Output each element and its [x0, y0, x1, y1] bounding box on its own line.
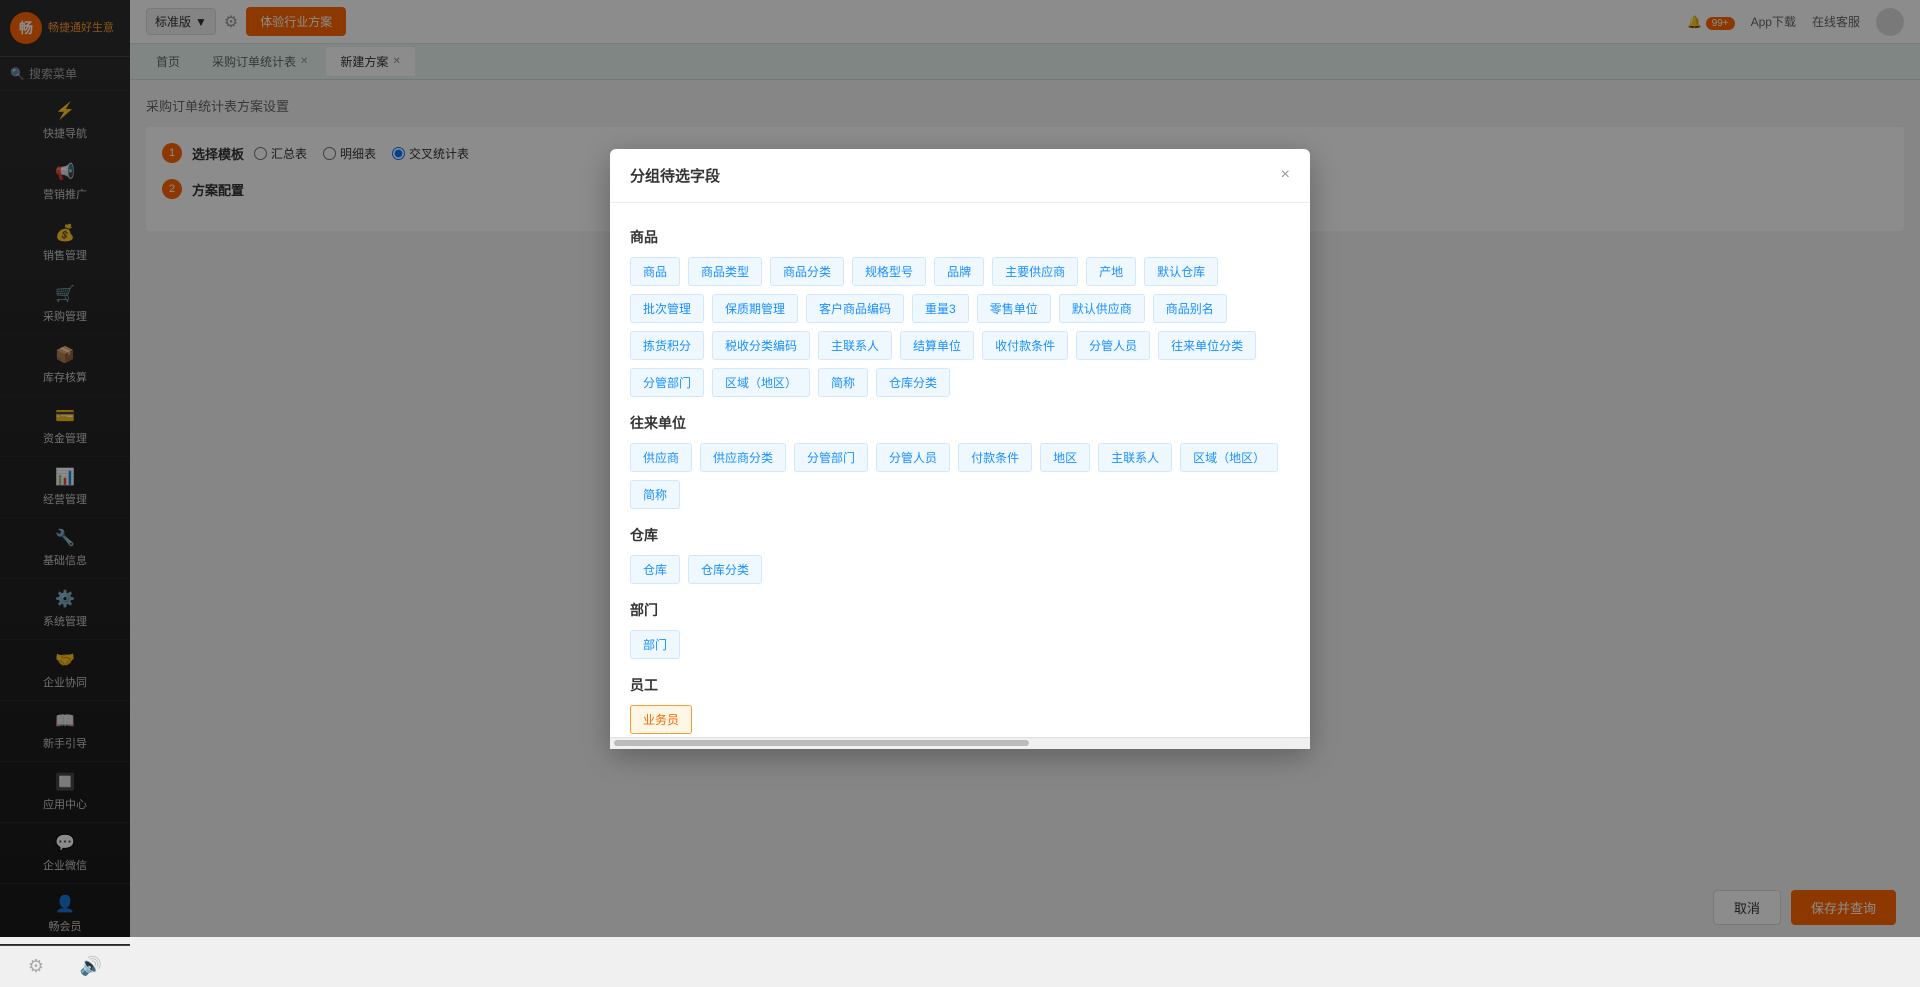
field-btn-付款条件[interactable]: 付款条件: [958, 443, 1032, 472]
field-btn-结算单位[interactable]: 结算单位: [900, 331, 974, 360]
modal-close-btn[interactable]: ×: [1281, 166, 1290, 184]
section-label-staff: 员工: [630, 675, 1290, 695]
field-btn-税收分类编码[interactable]: 税收分类编码: [712, 331, 810, 360]
fields-grid-staff: 业务员: [630, 705, 1290, 734]
fields-grid-partner: 供应商供应商分类分管部门分管人员付款条件地区主联系人区域（地区） 简称: [630, 443, 1290, 509]
field-btn-商品别名[interactable]: 商品别名: [1153, 294, 1227, 323]
hscroll-thumb[interactable]: [614, 740, 1029, 746]
field-btn-部门[interactable]: 部门: [630, 630, 680, 659]
field-btn-分管部门[interactable]: 分管部门: [794, 443, 868, 472]
settings-icon[interactable]: ⚙: [28, 956, 44, 977]
field-btn-默认供应商[interactable]: 默认供应商: [1059, 294, 1145, 323]
modal-title: 分组待选字段: [630, 165, 720, 186]
field-btn-简称[interactable]: 简称: [818, 368, 868, 397]
field-btn-品牌[interactable]: 品牌: [934, 257, 984, 286]
field-btn-收付款条件[interactable]: 收付款条件: [982, 331, 1068, 360]
field-btn-业务员[interactable]: 业务员: [630, 705, 692, 734]
sidebar-bottom: ⚙ 🔊: [0, 945, 130, 987]
section-label-warehouse: 仓库: [630, 525, 1290, 545]
field-btn-产地[interactable]: 产地: [1086, 257, 1136, 286]
field-btn-供应商分类[interactable]: 供应商分类: [700, 443, 786, 472]
field-btn-地区[interactable]: 地区: [1040, 443, 1090, 472]
field-btn-商品类型[interactable]: 商品类型: [688, 257, 762, 286]
field-btn-默认仓库[interactable]: 默认仓库: [1144, 257, 1218, 286]
modal-horizontal-scrollbar[interactable]: [610, 737, 1310, 749]
field-btn-商品[interactable]: 商品: [630, 257, 680, 286]
field-btn-规格型号[interactable]: 规格型号: [852, 257, 926, 286]
volume-icon[interactable]: 🔊: [80, 956, 102, 977]
fields-grid-warehouse: 仓库仓库分类: [630, 555, 1290, 584]
field-select-modal: 分组待选字段 × 商品商品商品类型商品分类规格型号品牌主要供应商产地默认仓库批次…: [610, 149, 1310, 749]
section-label-product: 商品: [630, 227, 1290, 247]
field-btn-客户商品编码[interactable]: 客户商品编码: [806, 294, 904, 323]
field-btn-区域（地区）[interactable]: 区域（地区）: [712, 368, 810, 397]
field-btn-简称[interactable]: 简称: [630, 480, 680, 509]
field-btn-分管人员[interactable]: 分管人员: [876, 443, 950, 472]
field-btn-批次管理[interactable]: 批次管理: [630, 294, 704, 323]
field-btn-商品分类[interactable]: 商品分类: [770, 257, 844, 286]
section-label-partner: 往来单位: [630, 413, 1290, 433]
field-btn-分管部门[interactable]: 分管部门: [630, 368, 704, 397]
modal-overlay: 分组待选字段 × 商品商品商品类型商品分类规格型号品牌主要供应商产地默认仓库批次…: [0, 0, 1920, 937]
field-btn-仓库分类[interactable]: 仓库分类: [876, 368, 950, 397]
fields-grid-department: 部门: [630, 630, 1290, 659]
field-btn-拣货积分[interactable]: 拣货积分: [630, 331, 704, 360]
modal-header: 分组待选字段 ×: [610, 149, 1310, 203]
field-btn-供应商[interactable]: 供应商: [630, 443, 692, 472]
field-btn-主要供应商[interactable]: 主要供应商: [992, 257, 1078, 286]
field-btn-仓库[interactable]: 仓库: [630, 555, 680, 584]
field-btn-仓库分类[interactable]: 仓库分类: [688, 555, 762, 584]
field-btn-往来单位分类[interactable]: 往来单位分类: [1158, 331, 1256, 360]
field-btn-重量3[interactable]: 重量3: [912, 294, 969, 323]
field-btn-零售单位[interactable]: 零售单位: [977, 294, 1051, 323]
field-btn-区域（地区）[interactable]: 区域（地区）: [1180, 443, 1278, 472]
modal-body: 商品商品商品类型商品分类规格型号品牌主要供应商产地默认仓库批次管理保质期管理客户…: [610, 203, 1310, 737]
field-btn-主联系人[interactable]: 主联系人: [818, 331, 892, 360]
section-label-department: 部门: [630, 600, 1290, 620]
field-btn-主联系人[interactable]: 主联系人: [1098, 443, 1172, 472]
field-btn-分管人员[interactable]: 分管人员: [1076, 331, 1150, 360]
fields-grid-product: 商品商品类型商品分类规格型号品牌主要供应商产地默认仓库批次管理保质期管理客户商品…: [630, 257, 1290, 397]
field-btn-保质期管理[interactable]: 保质期管理: [712, 294, 798, 323]
